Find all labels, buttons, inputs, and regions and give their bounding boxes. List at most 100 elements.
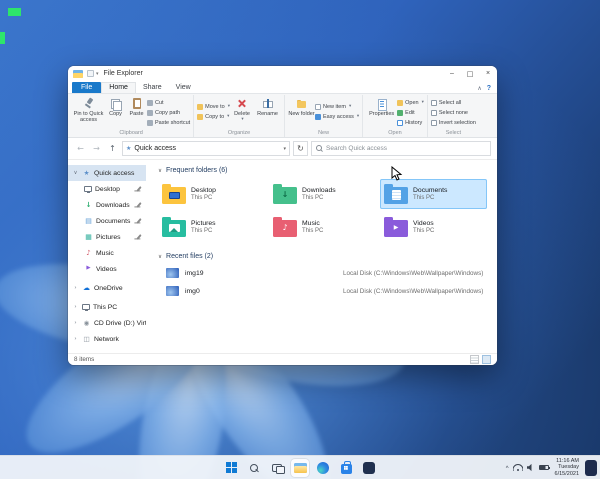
chevron-down-icon[interactable]: ∨ [158,254,162,260]
properties-button[interactable]: Properties [366,96,397,117]
refresh-button[interactable]: ↻ [293,141,308,156]
pin-to-quick-access-button[interactable]: Pin to Quick access [72,96,105,123]
tab-file[interactable]: File [72,82,102,93]
sidebar-item-desktop[interactable]: Desktop [68,181,146,197]
sidebar-item-cd-drive[interactable]: › ◉ CD Drive (D:) Virtual [68,315,146,331]
select-none-button[interactable]: Select none [430,108,476,117]
select-all-icon [430,99,437,106]
edit-button[interactable]: Edit [397,108,424,117]
sidebar-item-downloads[interactable]: ↓ Downloads [68,197,146,213]
file-explorer-window: ▾ File Explorer – □ × File Home Share Vi… [68,66,497,365]
chevron-right-icon[interactable]: › [72,304,79,310]
sidebar-item-pictures[interactable]: ▦ Pictures [68,229,146,245]
hidden-icons-chevron[interactable]: ^ [506,466,509,472]
rename-button[interactable]: Rename [254,96,281,117]
tab-share[interactable]: Share [136,83,169,93]
sidebar-item-documents[interactable]: ▤ Documents [68,213,146,229]
volume-icon[interactable] [526,463,532,472]
easy-access-button[interactable]: Easy access ▾ [315,112,359,121]
pinned-app-button[interactable] [360,459,378,477]
chevron-right-icon[interactable]: › [72,336,79,342]
quick-access-toolbar-icon[interactable] [87,70,94,77]
tab-view[interactable]: View [169,83,198,93]
copy-to-button[interactable]: Copy to ▾ [197,112,230,121]
new-item-icon [315,103,322,110]
folder-tile-pictures[interactable]: Pictures This PC [158,212,265,242]
store-button[interactable] [337,459,355,477]
folder-tile-music[interactable]: ♪ Music This PC [269,212,376,242]
back-button[interactable]: ← [74,142,87,155]
paste-shortcut-button[interactable]: Paste shortcut [147,118,190,127]
wifi-icon[interactable] [513,464,523,471]
move-to-button[interactable]: Move to ▾ [197,102,230,111]
music-icon: ♪ [86,248,91,257]
taskbar-clock[interactable]: 11:16 AM Tuesday 6/15/2021 [553,458,581,477]
minimize-button[interactable]: – [443,66,461,81]
recent-files-list: img19 Local Disk (C:\Windows\Web\Wallpap… [158,265,491,299]
recent-files-header[interactable]: ∨ Recent files (2) [158,250,491,263]
chevron-down-icon[interactable]: ∨ [72,170,79,176]
quick-access-icon: ★ [126,144,132,152]
maximize-button[interactable]: □ [461,66,479,81]
forward-button[interactable]: → [90,142,103,155]
search-box[interactable] [311,141,491,156]
sidebar-item-onedrive[interactable]: › ☁ OneDrive [68,280,146,296]
copy-path-button[interactable]: Copy path [147,108,190,117]
copy-icon [109,97,122,111]
select-all-button[interactable]: Select all [430,98,476,107]
ribbon-group-organize: Move to ▾ Copy to ▾ Delete ▾ Rename Orga… [194,95,286,137]
sidebar-item-quick-access[interactable]: ∨ ★ Quick access [68,165,146,181]
delete-button[interactable]: Delete ▾ [230,96,254,123]
copy-button[interactable]: Copy [105,96,126,117]
folder-tile-desktop[interactable]: Desktop This PC [158,179,265,209]
help-icon[interactable]: ? [487,85,491,92]
cut-button[interactable]: Cut [147,98,190,107]
paste-button[interactable]: Paste [126,96,147,117]
system-tray: ^ 11:16 AM Tuesday 6/15/2021 [506,456,598,479]
recent-file-row[interactable]: img0 Local Disk (C:\Windows\Web\Wallpape… [158,283,491,299]
sidebar-item-network[interactable]: › ◫ Network [68,331,146,347]
tab-home[interactable]: Home [101,82,136,93]
sidebar-item-music[interactable]: ♪ Music [68,245,146,261]
history-button[interactable]: History [397,118,424,127]
open-button[interactable]: Open ▾ [397,98,424,107]
new-folder-button[interactable]: New folder [288,96,315,117]
network-icon: ◫ [83,334,90,343]
folder-tile-documents[interactable]: Documents This PC [380,179,487,209]
folder-tile-downloads[interactable]: ↓ Downloads This PC [269,179,376,209]
frequent-folders-header[interactable]: ∨ Frequent folders (6) [158,164,491,177]
address-dropdown-icon[interactable]: ▾ [283,146,286,152]
recent-file-row[interactable]: img19 Local Disk (C:\Windows\Web\Wallpap… [158,265,491,281]
up-button[interactable]: ↑ [106,142,119,155]
chevron-down-icon: ▾ [241,117,244,122]
quick-access-star-icon: ★ [83,168,90,177]
qat-dropdown-icon[interactable]: ▾ [96,71,99,77]
edge-button[interactable] [314,459,332,477]
battery-icon[interactable] [538,465,550,470]
start-button[interactable] [222,459,240,477]
edge-browser-icon [317,461,329,474]
new-item-button[interactable]: New item ▾ [315,102,359,111]
address-field[interactable]: ★ Quick access ▾ [122,141,290,156]
minimize-ribbon-icon[interactable]: ∧ [477,85,481,92]
notification-center-button[interactable] [585,459,597,476]
sidebar-item-this-pc[interactable]: › This PC [68,299,146,315]
title-bar[interactable]: ▾ File Explorer – □ × [68,66,497,81]
task-view-button[interactable] [268,459,286,477]
pictures-folder-icon [162,217,186,237]
file-explorer-button[interactable] [291,458,309,477]
sidebar-item-videos[interactable]: ▶ Videos [68,261,146,277]
clipboard-group-label: Clipboard [119,130,143,136]
documents-icon: ▤ [85,216,92,225]
details-view-button[interactable] [470,355,479,364]
thumbnail-view-button[interactable] [482,355,491,364]
status-bar: 8 items [68,353,497,365]
folder-tile-videos[interactable]: ▶ Videos This PC [380,212,487,242]
chevron-down-icon[interactable]: ∨ [158,168,162,174]
close-button[interactable]: × [479,66,497,81]
search-button[interactable] [245,459,263,477]
chevron-right-icon[interactable]: › [72,285,79,291]
invert-selection-button[interactable]: Invert selection [430,118,476,127]
search-input[interactable] [326,145,486,152]
chevron-right-icon[interactable]: › [72,320,79,326]
